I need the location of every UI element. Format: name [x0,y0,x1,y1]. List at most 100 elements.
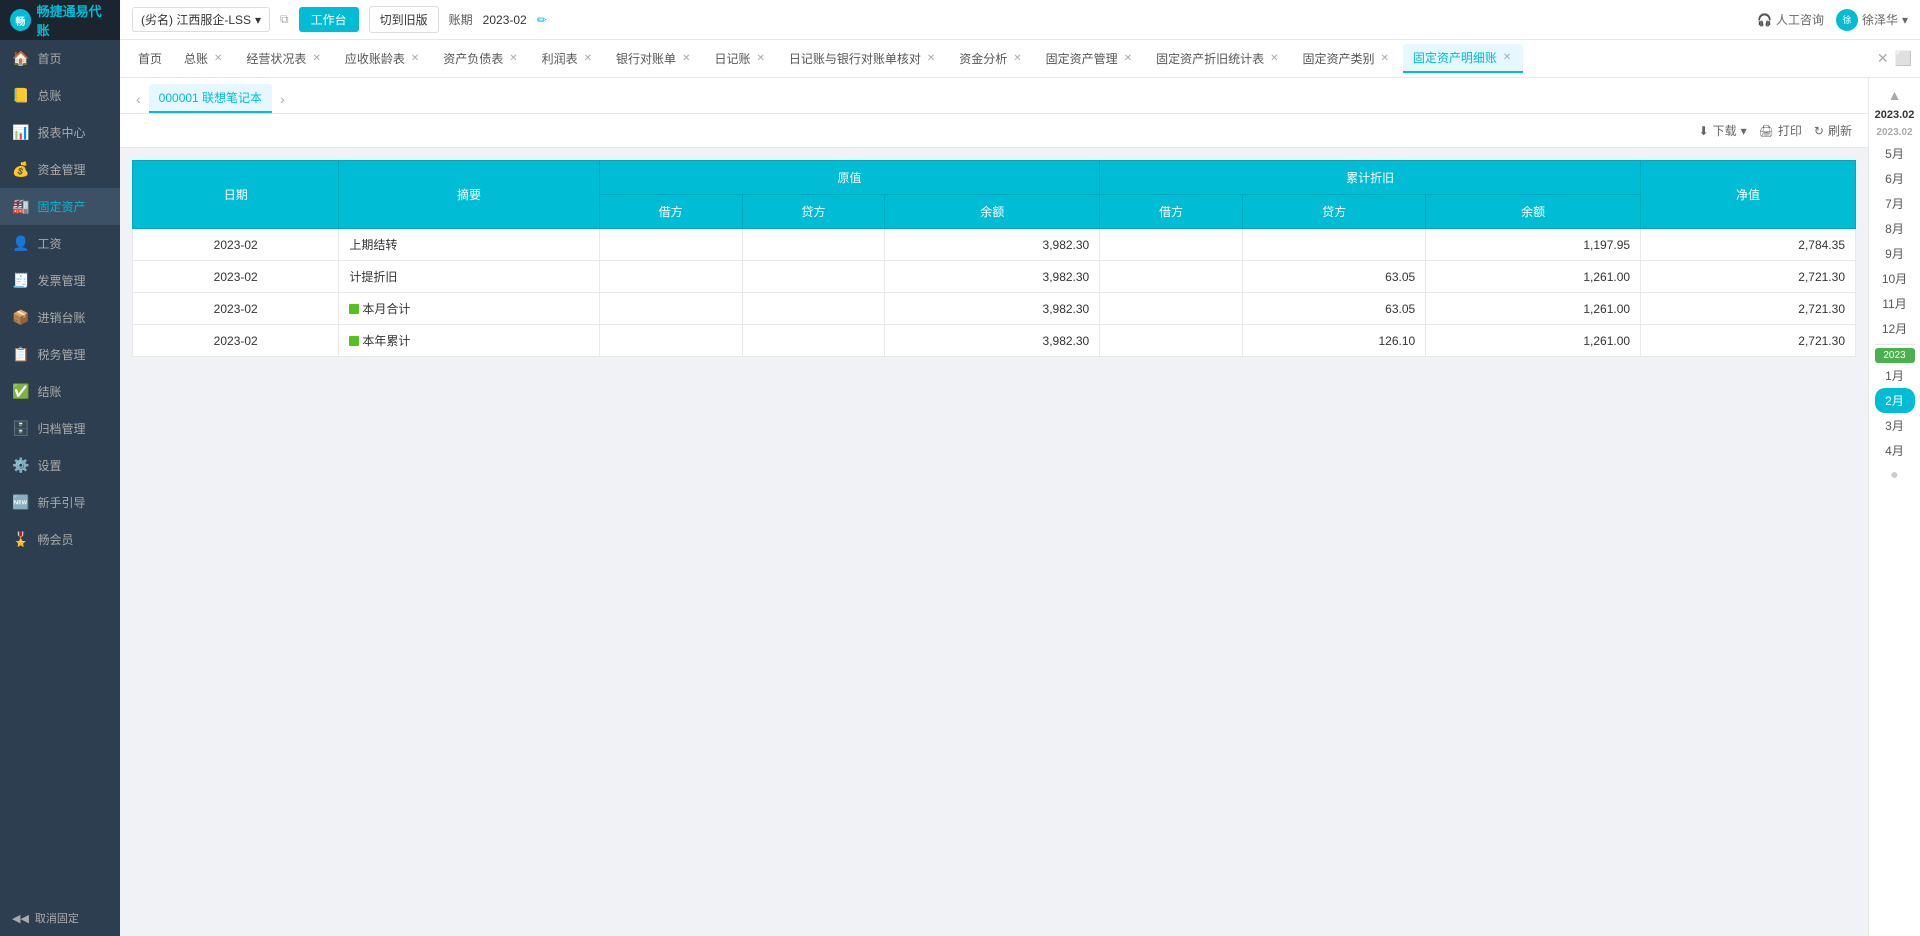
tab-journal-bank-reconcile[interactable]: 日记账与银行对账单核对 ✕ [779,45,947,72]
tab-ledger-close[interactable]: ✕ [212,52,224,65]
tab-fixed-assets-depreciation[interactable]: 固定资产折旧统计表 ✕ [1146,45,1290,72]
sidebar-item-payroll[interactable]: 👤 工资 [0,225,120,262]
tab-bank-statement-label: 银行对账单 [616,50,676,67]
tab-receivable-age[interactable]: 应收账龄表 ✕ [335,45,431,72]
page-content: ‹ 000001 联想笔记本 › ⬇ 下载 ▾ 🖨 打印 ↻ [120,78,1868,936]
tab-home[interactable]: 首页 [128,45,172,72]
download-button[interactable]: ⬇ 下载 ▾ [1699,122,1747,139]
sidebar-item-home-label: 首页 [37,50,61,67]
tab-income-close[interactable]: ✕ [582,52,594,65]
month-item-3[interactable]: 3月 [1875,413,1915,438]
tab-close-all-icon[interactable]: ✕ [1877,50,1889,67]
tab-fixed-assets-detail[interactable]: 固定资产明细账 ✕ [1403,44,1523,73]
table-row: 2023-02 本月合计 3,982.30 63.05 1,261.00 2,7… [133,293,1856,325]
col-desc: 摘要 [339,161,599,229]
tab-bar-controls: ✕ ⬜ [1877,50,1912,67]
month-item-4[interactable]: 4月 [1875,438,1915,463]
month-item-1[interactable]: 1月 [1875,363,1915,388]
col-original-value-group: 原值 [599,161,1100,195]
tab-fixed-assets-mgmt[interactable]: 固定资产管理 ✕ [1036,45,1144,72]
chevron-down-icon: ▾ [255,13,261,27]
download-label: 下载 [1713,122,1737,139]
print-icon: 🖨 [1759,124,1774,138]
tab-journal-bank-reconcile-close[interactable]: ✕ [925,52,937,65]
sidebar-item-reports-label: 报表中心 [37,124,85,141]
tab-receivable-age-close[interactable]: ✕ [409,52,421,65]
tab-maximize-icon[interactable]: ⬜ [1895,50,1912,67]
col-dep-debit: 借方 [1100,195,1243,229]
year-2023-badge: 2023 [1875,348,1915,363]
sidebar-item-member[interactable]: 🎖️ 畅会员 [0,521,120,558]
tab-fixed-assets-depreciation-close[interactable]: ✕ [1268,52,1280,65]
tab-ledger[interactable]: 总账 ✕ [174,45,234,72]
scroll-up-button[interactable]: ▲ [1885,84,1905,106]
cell-dep-debit-3 [1100,325,1243,357]
sidebar-item-funds[interactable]: 💰 资金管理 [0,151,120,188]
right-sidebar: ▲ 2023.02 2023.02 5月 6月 7月 8月 9月 10月 11月… [1868,78,1920,936]
scroll-down-button[interactable]: ● [1887,463,1901,485]
sidebar-item-guide[interactable]: 🆕 新手引导 [0,484,120,521]
sidebar-item-invoice[interactable]: 🧾 发票管理 [0,262,120,299]
cell-date-0: 2023-02 [133,229,339,261]
tab-journal[interactable]: 日记账 ✕ [704,45,776,72]
download-icon: ⬇ [1699,124,1709,138]
tab-fixed-assets-mgmt-close[interactable]: ✕ [1122,52,1134,65]
sidebar-item-home[interactable]: 🏠 首页 [0,40,120,77]
sidebar-item-purchase-sale[interactable]: 📦 进销台账 [0,299,120,336]
month-item-12[interactable]: 12月 [1875,316,1915,341]
sidebar-item-invoice-label: 发票管理 [37,272,85,289]
tab-balance-sheet-close[interactable]: ✕ [507,52,519,65]
cell-net-value-2: 2,721.30 [1641,293,1856,325]
tab-income[interactable]: 利润表 ✕ [532,45,604,72]
user-info[interactable]: 徐 徐泽华 ▾ [1836,9,1908,31]
sidebar-item-settings[interactable]: ⚙️ 设置 [0,447,120,484]
guide-icon: 🆕 [12,494,29,511]
copy-icon[interactable]: ⧉ [280,12,289,27]
month-item-11[interactable]: 11月 [1875,291,1915,316]
pin-icon: ◀◀ [12,912,29,925]
tab-fixed-assets-category-close[interactable]: ✕ [1379,52,1391,65]
sidebar-item-archive[interactable]: 🗄️ 归档管理 [0,410,120,447]
month-item-9[interactable]: 9月 [1875,241,1915,266]
refresh-icon: ↻ [1814,124,1824,138]
tab-bank-statement[interactable]: 银行对账单 ✕ [606,45,702,72]
workbench-button[interactable]: 工作台 [299,7,359,32]
sidebar-pin[interactable]: ◀◀ 取消固定 [0,900,120,936]
tab-balance-sheet[interactable]: 资产负债表 ✕ [433,45,529,72]
sub-tab-bar: ‹ 000001 联想笔记本 › [120,78,1868,114]
sidebar-item-tax[interactable]: 📋 税务管理 [0,336,120,373]
col-dep-balance: 余额 [1426,195,1641,229]
month-item-2[interactable]: 2月 [1875,388,1915,413]
member-icon: 🎖️ [12,531,29,548]
company-selector[interactable]: (劣名) 江西服企-LSS ▾ [132,7,270,32]
col-orig-balance: 余额 [885,195,1100,229]
cell-orig-credit-0 [742,229,885,261]
month-item-5[interactable]: 5月 [1875,141,1915,166]
tab-fund-analysis[interactable]: 资金分析 ✕ [949,45,1033,72]
tab-fixed-assets-detail-close[interactable]: ✕ [1501,51,1513,64]
tab-operation-status-close[interactable]: ✕ [310,52,322,65]
tab-fixed-assets-category[interactable]: 固定资产类别 ✕ [1292,45,1400,72]
cell-dep-credit-2: 63.05 [1243,293,1426,325]
month-item-7[interactable]: 7月 [1875,191,1915,216]
refresh-button[interactable]: ↻ 刷新 [1814,122,1852,139]
tab-fund-analysis-close[interactable]: ✕ [1011,52,1023,65]
switch-old-button[interactable]: 切到旧版 [369,6,439,33]
sub-tab-prev[interactable]: ‹ [132,89,145,109]
tab-journal-close[interactable]: ✕ [754,52,766,65]
month-item-6[interactable]: 6月 [1875,166,1915,191]
sidebar-item-ledger[interactable]: 📒 总账 [0,77,120,114]
tab-bank-statement-close[interactable]: ✕ [680,52,692,65]
month-item-8[interactable]: 8月 [1875,216,1915,241]
col-orig-credit: 贷方 [742,195,885,229]
period-edit-icon[interactable]: ✏ [537,13,547,27]
sidebar-item-closing[interactable]: ✅ 结账 [0,373,120,410]
sidebar-item-reports[interactable]: 📊 报表中心 [0,114,120,151]
sub-tab-asset[interactable]: 000001 联想笔记本 [149,84,272,113]
sub-tab-next[interactable]: › [276,89,289,109]
sidebar-item-fixed-assets[interactable]: 🏭 固定资产 [0,188,120,225]
print-button[interactable]: 🖨 打印 [1759,122,1802,139]
user-service[interactable]: 🎧 人工咨询 [1757,11,1824,28]
tab-operation-status[interactable]: 经营状况表 ✕ [236,45,332,72]
month-item-10[interactable]: 10月 [1875,266,1915,291]
